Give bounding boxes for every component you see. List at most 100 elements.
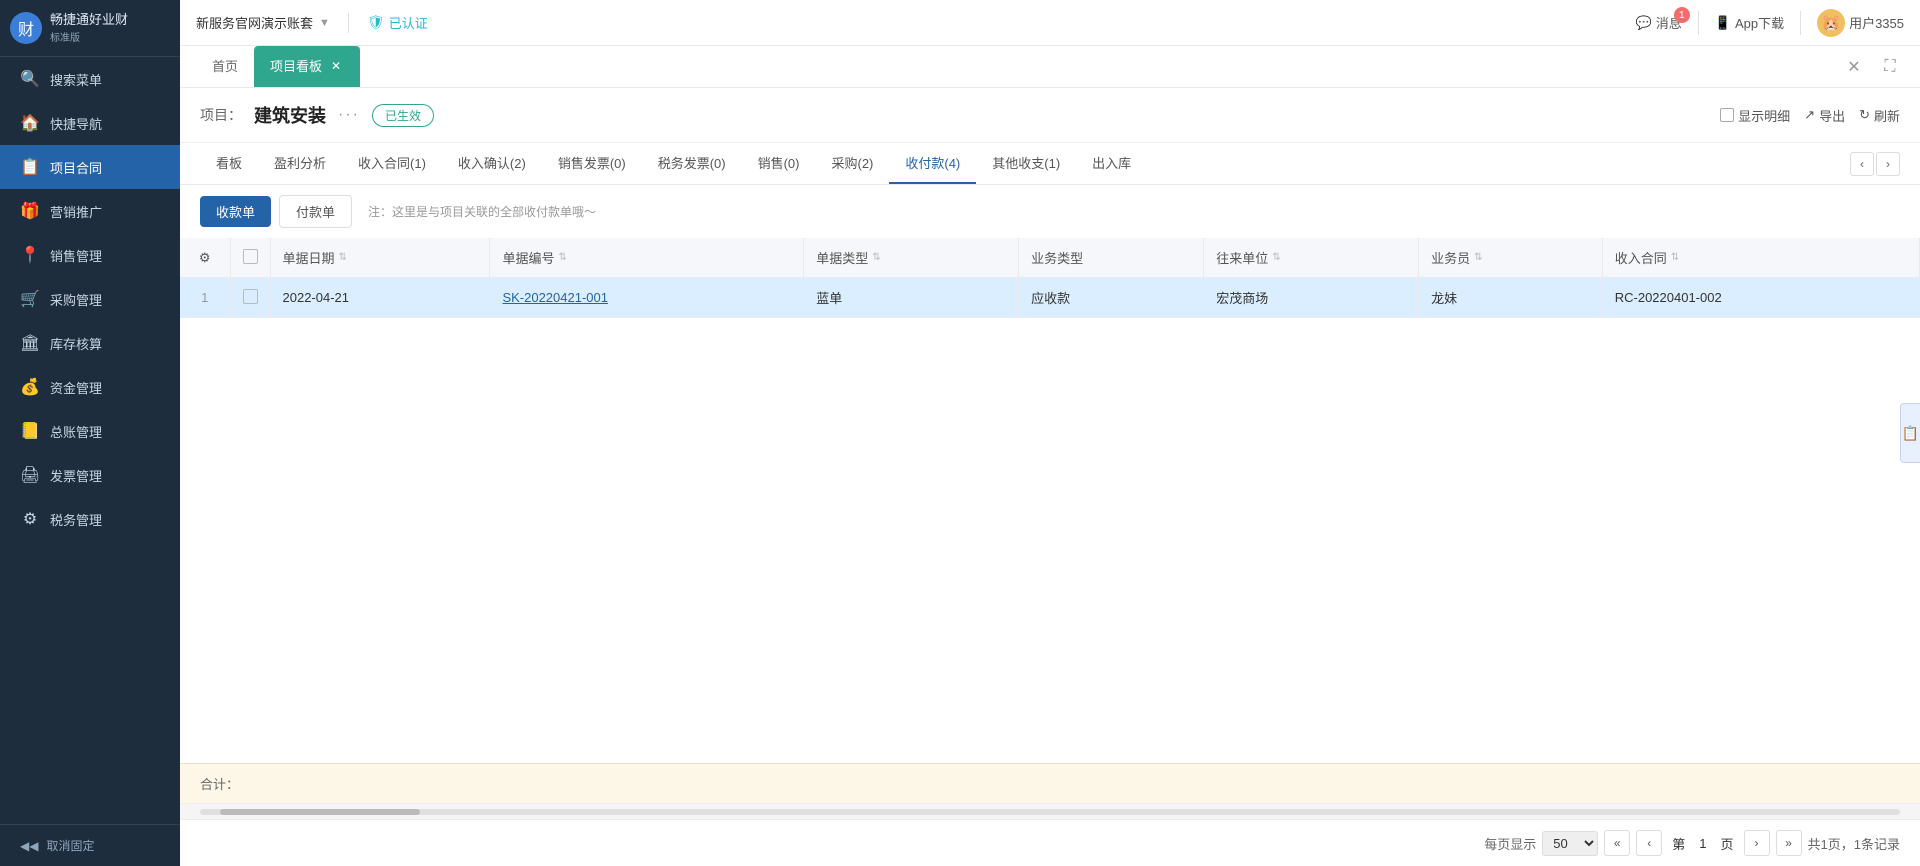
sidebar: 财 畅捷通好业财 标准版 🔍 搜索菜单 🏠 快捷导航 📋 项目合同 🎁 营销推广… <box>0 0 180 866</box>
sub-nav-item-10[interactable]: 出入库 <box>1076 143 1147 184</box>
page-label: 第 <box>1668 834 1689 853</box>
payment-btn[interactable]: 付款单 <box>279 195 352 228</box>
pagination: 每页显示 50 100 200 « ‹ 第 1 页 › <box>180 819 1920 866</box>
message-btn[interactable]: 💬 消息 1 <box>1636 13 1682 32</box>
sidebar-unpin-btn[interactable]: ◀◀ 取消固定 <box>0 824 180 866</box>
prev-page-icon: ‹ <box>1647 836 1651 850</box>
page-size-select[interactable]: 50 100 200 <box>1542 831 1598 856</box>
export-btn[interactable]: ↗ 导出 <box>1804 106 1845 125</box>
sort-icon-salesman: ⇅ <box>1474 252 1482 263</box>
user-menu[interactable]: 🐹 用户3355 <box>1817 9 1904 37</box>
checkbox-col-header[interactable] <box>230 238 270 278</box>
project-actions: 显示明细 ↗ 导出 ↻ 刷新 <box>1720 106 1900 125</box>
page-size-label: 每页显示 <box>1484 834 1536 853</box>
sub-nav-item-8[interactable]: 收付款(4) <box>889 143 976 184</box>
nav-icon-5: 🛒 <box>20 289 40 309</box>
nav-label-10: 税务管理 <box>50 510 102 529</box>
certified-label: 已认证 <box>389 13 428 32</box>
col-date-label: 单据日期 <box>283 248 335 267</box>
account-selector[interactable]: 新服务官网演示账套 ▼ <box>196 13 330 32</box>
prev-page-btn[interactable]: ‹ <box>1636 830 1662 856</box>
last-page-btn[interactable]: » <box>1776 830 1802 856</box>
sidebar-item-8[interactable]: 📒 总账管理 <box>0 409 180 453</box>
show-detail-checkbox[interactable] <box>1720 108 1734 122</box>
cell-checkbox[interactable] <box>230 278 270 318</box>
sub-nav-item-2[interactable]: 收入合同(1) <box>342 143 442 184</box>
show-detail-btn[interactable]: 显示明细 <box>1720 106 1790 125</box>
sidebar-nav-list: 🔍 搜索菜单 🏠 快捷导航 📋 项目合同 🎁 营销推广 📍 销售管理 🛒 采购管… <box>0 57 180 824</box>
col-partner-sort[interactable]: 往来单位 ⇅ <box>1216 248 1406 267</box>
select-all-checkbox[interactable] <box>243 249 258 264</box>
refresh-btn[interactable]: ↻ 刷新 <box>1859 106 1900 125</box>
tab-home[interactable]: 首页 <box>196 46 254 87</box>
first-page-btn[interactable]: « <box>1604 830 1630 856</box>
col-biz-type: 业务类型 <box>1019 238 1204 278</box>
sidebar-item-4[interactable]: 📍 销售管理 <box>0 233 180 277</box>
code-link[interactable]: SK-20220421-001 <box>502 290 608 305</box>
sidebar-item-9[interactable]: 🖨 发票管理 <box>0 453 180 497</box>
app-download-btn[interactable]: 📱 App下载 <box>1715 13 1784 32</box>
maximize-btn[interactable]: ⛶ <box>1876 53 1904 81</box>
sort-icon-partner: ⇅ <box>1272 252 1280 263</box>
sidebar-item-3[interactable]: 🎁 营销推广 <box>0 189 180 233</box>
col-salesman-sort[interactable]: 业务员 ⇅ <box>1431 248 1590 267</box>
col-code-sort[interactable]: 单据编号 ⇅ <box>502 248 791 267</box>
settings-col-header[interactable]: ⚙ <box>180 238 230 278</box>
sidebar-item-6[interactable]: 🏛 库存核算 <box>0 321 180 365</box>
sub-nav-item-6[interactable]: 销售(0) <box>742 143 816 184</box>
sub-nav-item-1[interactable]: 盈利分析 <box>258 143 342 184</box>
sub-nav-item-9[interactable]: 其他收支(1) <box>976 143 1076 184</box>
sidebar-item-0[interactable]: 🔍 搜索菜单 <box>0 57 180 101</box>
project-name: 建筑安装 <box>254 102 326 128</box>
sidebar-item-5[interactable]: 🛒 采购管理 <box>0 277 180 321</box>
cell-salesman: 龙妹 <box>1419 278 1603 318</box>
sub-nav-item-4[interactable]: 销售发票(0) <box>542 143 642 184</box>
last-page-icon: » <box>1785 836 1792 850</box>
show-detail-label: 显示明细 <box>1738 106 1790 125</box>
tab-close-icon[interactable]: ✕ <box>328 58 344 74</box>
app-download-label: App下载 <box>1735 13 1784 32</box>
sub-nav-item-0[interactable]: 看板 <box>200 143 258 184</box>
next-page-btn[interactable]: › <box>1744 830 1770 856</box>
row-checkbox[interactable] <box>243 289 258 304</box>
pin-icon: ◀◀ <box>20 839 38 853</box>
app-name: 畅捷通好业财 <box>50 12 128 29</box>
sub-nav-prev-btn[interactable]: ‹ <box>1850 152 1874 176</box>
close-window-btn[interactable]: ✕ <box>1840 53 1868 81</box>
nav-label-3: 营销推广 <box>50 202 102 221</box>
scrollbar-track[interactable] <box>200 809 1900 815</box>
tab-project-board[interactable]: 项目看板 ✕ <box>254 46 360 87</box>
sub-nav-item-3[interactable]: 收入确认(2) <box>442 143 542 184</box>
receipt-btn[interactable]: 收款单 <box>200 196 271 227</box>
col-date-sort[interactable]: 单据日期 ⇅ <box>283 248 478 267</box>
col-biz-type-label: 业务类型 <box>1031 251 1083 266</box>
nav-label-0: 搜索菜单 <box>50 70 102 89</box>
sidebar-item-2[interactable]: 📋 项目合同 <box>0 145 180 189</box>
cell-code[interactable]: SK-20220421-001 <box>490 278 804 318</box>
sub-nav-next-btn[interactable]: › <box>1876 152 1900 176</box>
sidebar-item-7[interactable]: 💰 资金管理 <box>0 365 180 409</box>
app-edition: 标准版 <box>50 29 128 44</box>
sub-nav-item-7[interactable]: 采购(2) <box>815 143 889 184</box>
scrollbar-thumb[interactable] <box>220 809 420 815</box>
settings-icon[interactable]: ⚙ <box>199 250 211 265</box>
col-salesman-label: 业务员 <box>1431 248 1470 267</box>
total-row: 合计： <box>180 763 1920 803</box>
col-partner: 往来单位 ⇅ <box>1204 238 1419 278</box>
col-contract-sort[interactable]: 收入合同 ⇅ <box>1615 248 1907 267</box>
topbar-sep-3 <box>1800 11 1801 35</box>
project-more-btn[interactable]: ··· <box>338 106 360 124</box>
sidebar-item-10[interactable]: ⚙ 税务管理 <box>0 497 180 541</box>
right-sidebar-icon: 📋 <box>1902 425 1919 442</box>
page-total: 共1页，1条记录 <box>1808 834 1900 853</box>
table: ⚙ 单据日期 ⇅ <box>180 238 1920 318</box>
tabbar: 首页 项目看板 ✕ ✕ ⛶ <box>180 46 1920 88</box>
sub-nav-item-5[interactable]: 税务发票(0) <box>642 143 742 184</box>
right-sidebar-toggle[interactable]: 📋 <box>1900 403 1920 463</box>
project-status: 已生效 <box>372 104 434 127</box>
sidebar-item-1[interactable]: 🏠 快捷导航 <box>0 101 180 145</box>
table-row[interactable]: 1 2022-04-21 SK-20220421-001 蓝单 应收款 宏茂商场 <box>180 278 1920 318</box>
table-header-row: ⚙ 单据日期 ⇅ <box>180 238 1920 278</box>
col-type-sort[interactable]: 单据类型 ⇅ <box>816 248 1006 267</box>
sort-icon-date: ⇅ <box>339 252 347 263</box>
